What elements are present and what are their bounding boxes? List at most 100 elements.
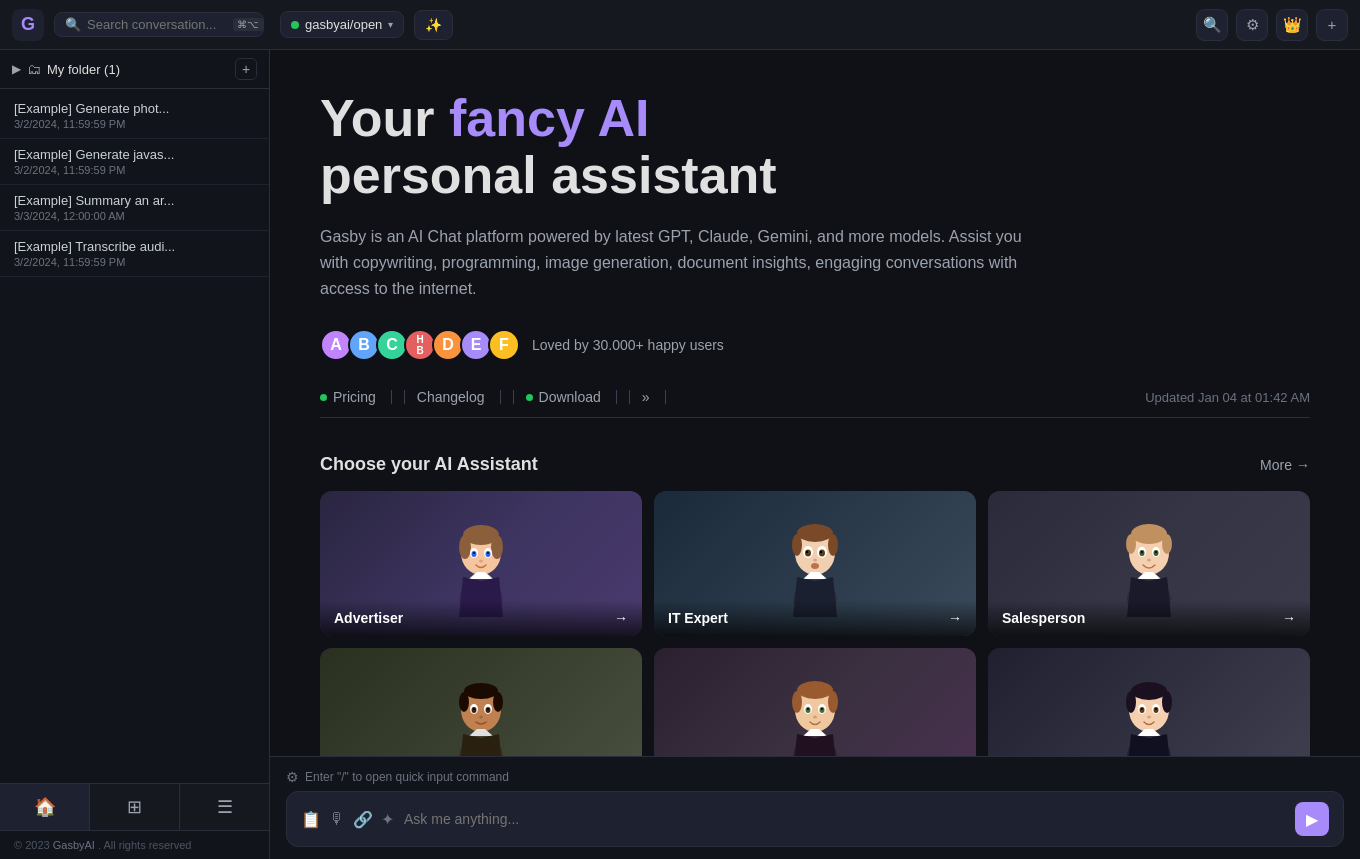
search-global-button[interactable]: 🔍 xyxy=(1196,9,1228,41)
hero-nav-links: Pricing Changelog Download » Updated Jan… xyxy=(320,389,1310,418)
svg-point-24 xyxy=(820,550,822,552)
svg-point-10 xyxy=(473,552,475,554)
list-item[interactable]: [Example] Generate javas... 3/2/2024, 11… xyxy=(0,139,269,185)
svg-point-32 xyxy=(1162,534,1172,554)
svg-point-12 xyxy=(479,559,483,562)
workspace-name: gasbyai/open xyxy=(305,17,382,32)
plus-icon: + xyxy=(242,61,250,77)
avatar: F xyxy=(488,329,520,361)
assistant-card-salesperson[interactable]: Salesperson → xyxy=(988,491,1310,636)
svg-point-23 xyxy=(806,550,808,552)
conversation-title: [Example] Transcribe audi... xyxy=(14,239,255,254)
main-layout: ▶ 🗂 My folder (1) + [Example] Generate p… xyxy=(0,50,1360,859)
sidebar: ▶ 🗂 My folder (1) + [Example] Generate p… xyxy=(0,50,270,859)
topbar: G 🔍 ⌘⌥ gasbyai/open ▾ ✨ 🔍 ⚙ 👑 + xyxy=(0,0,1360,50)
workspace-selector[interactable]: gasbyai/open ▾ xyxy=(280,11,404,38)
download-label: Download xyxy=(539,389,601,405)
arrow-icon: → xyxy=(614,610,628,626)
assistants-more-button[interactable]: More → xyxy=(1260,457,1310,473)
footer-brand-link[interactable]: GasbyAI xyxy=(53,839,95,851)
divider xyxy=(513,390,514,404)
link-icon[interactable]: 🔗 xyxy=(353,810,373,829)
clipboard-icon[interactable]: 📋 xyxy=(301,810,321,829)
assistant-card-it-expert[interactable]: IT Expert → xyxy=(654,491,976,636)
download-link[interactable]: Download xyxy=(526,389,617,405)
wand-icon: ✨ xyxy=(425,17,442,33)
topbar-actions: 🔍 ⚙ 👑 + xyxy=(1196,9,1348,41)
user-avatars: A B C HB D E F Loved by 30.000+ happy us… xyxy=(320,329,1310,361)
chevron-right-icon: ▶ xyxy=(12,62,21,76)
svg-point-11 xyxy=(487,552,489,554)
folder-icon: 🗂 xyxy=(27,61,41,77)
footer-copyright: © 2023 xyxy=(14,839,50,851)
bottom-bar: ⚙ Enter "/" to open quick input command … xyxy=(270,756,1360,859)
svg-point-21 xyxy=(805,549,811,556)
svg-point-17 xyxy=(792,534,802,556)
assistant-name: Advertiser xyxy=(334,610,403,626)
assistants-section: Choose your AI Assistant More → xyxy=(320,454,1310,756)
svg-point-4 xyxy=(459,535,471,559)
list-item[interactable]: [Example] Transcribe audi... 3/2/2024, 1… xyxy=(0,231,269,277)
arrow-icon: → xyxy=(1282,610,1296,626)
mic-icon[interactable]: 🎙 xyxy=(329,810,345,828)
assistant-image-6 xyxy=(988,648,1310,756)
assistant-card-advertiser[interactable]: Advertiser → xyxy=(320,491,642,636)
svg-point-37 xyxy=(1141,551,1143,553)
crown-button[interactable]: 👑 xyxy=(1276,9,1308,41)
footer-rights: . All rights reserved xyxy=(98,839,192,851)
assistants-grid: Advertiser → xyxy=(320,491,1310,756)
add-button[interactable]: + xyxy=(1316,9,1348,41)
assistant-card-5[interactable] xyxy=(654,648,976,756)
folder-header[interactable]: ▶ 🗂 My folder (1) + xyxy=(0,50,269,89)
more-label: » xyxy=(642,389,650,405)
conversation-date: 3/2/2024, 11:59:59 PM xyxy=(14,256,255,268)
sidebar-nav: 🏠 ⊞ ☰ xyxy=(0,783,269,830)
nav-home-button[interactable]: 🏠 xyxy=(0,784,90,830)
crown-icon: 👑 xyxy=(1283,16,1302,34)
arrow-right-icon: → xyxy=(1296,457,1310,473)
hint-text: Enter "/" to open quick input command xyxy=(305,770,509,784)
assistant-card-6[interactable] xyxy=(988,648,1310,756)
svg-point-69 xyxy=(1131,682,1167,700)
divider xyxy=(629,390,630,404)
pricing-link[interactable]: Pricing xyxy=(320,389,392,405)
folder-add-button[interactable]: + xyxy=(235,58,257,80)
search-kbd: ⌘⌥ xyxy=(233,18,263,31)
pricing-dot xyxy=(320,394,327,401)
settings-icon: ⚙ xyxy=(1246,16,1259,34)
nav-grid-button[interactable]: ⊞ xyxy=(90,784,180,830)
conversation-date: 3/3/2024, 12:00:00 AM xyxy=(14,210,255,222)
logo-text: G xyxy=(21,14,35,35)
chat-input[interactable] xyxy=(404,811,1285,827)
svg-point-56 xyxy=(797,681,833,699)
wand-button[interactable]: ✨ xyxy=(414,10,453,40)
send-button[interactable]: ▶ xyxy=(1295,802,1329,836)
assistant-name: IT Expert xyxy=(668,610,728,626)
hero-title-line2: personal assistant xyxy=(320,146,777,204)
svg-point-65 xyxy=(813,715,817,718)
settings-button[interactable]: ⚙ xyxy=(1236,9,1268,41)
nav-list-button[interactable]: ☰ xyxy=(180,784,269,830)
list-item[interactable]: [Example] Generate phot... 3/2/2024, 11:… xyxy=(0,93,269,139)
search-input[interactable] xyxy=(87,17,227,32)
hero-title: Your fancy AI personal assistant xyxy=(320,90,1310,204)
sparkle-icon[interactable]: ✦ xyxy=(381,810,394,829)
main-content: Your fancy AI personal assistant Gasby i… xyxy=(270,50,1360,756)
search-global-icon: 🔍 xyxy=(1203,16,1222,34)
assistant-card-4[interactable] xyxy=(320,648,642,756)
changelog-link[interactable]: Changelog xyxy=(417,389,501,405)
more-link[interactable]: » xyxy=(642,389,666,405)
svg-point-44 xyxy=(459,692,469,712)
logo-button[interactable]: G xyxy=(12,9,44,41)
svg-point-31 xyxy=(1126,534,1136,554)
folder-label: My folder (1) xyxy=(47,62,229,77)
search-bar[interactable]: 🔍 ⌘⌥ xyxy=(54,12,264,37)
command-hint: ⚙ Enter "/" to open quick input command xyxy=(286,765,1344,791)
list-item[interactable]: [Example] Summary an ar... 3/3/2024, 12:… xyxy=(0,185,269,231)
arrow-icon: → xyxy=(948,610,962,626)
conversation-title: [Example] Summary an ar... xyxy=(14,193,255,208)
assistant-name: Salesperson xyxy=(1002,610,1085,626)
pricing-label: Pricing xyxy=(333,389,376,405)
svg-point-5 xyxy=(491,535,503,559)
assistant-label: Advertiser → xyxy=(320,600,642,636)
